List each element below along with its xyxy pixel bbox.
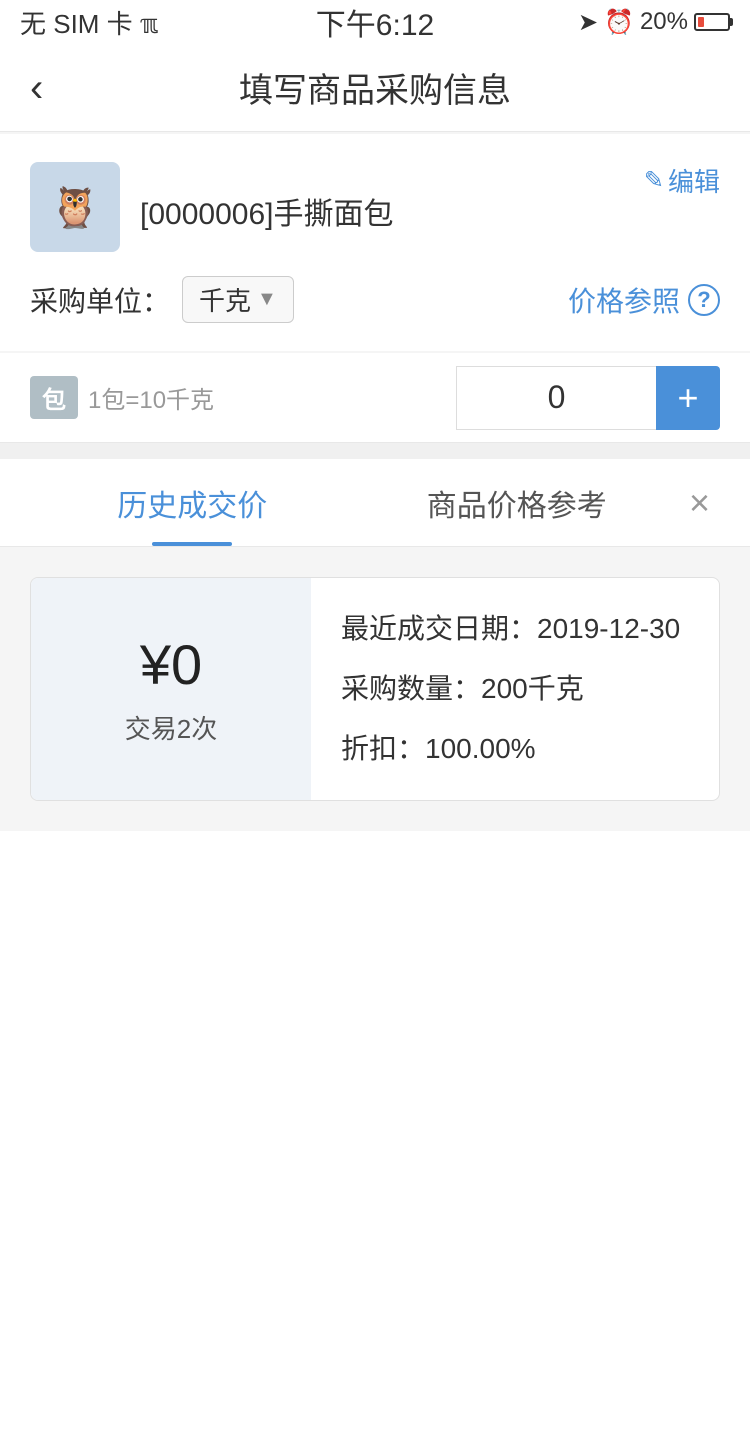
product-card: 🦉 [0000006]手撕面包 ✎ 编辑 采购单位： 千克 ▼ 价格参照 ?: [0, 134, 750, 351]
battery-percent: 20%: [640, 8, 688, 36]
history-price: ¥0: [140, 632, 202, 697]
discount-value: 100.00%: [425, 733, 536, 764]
product-logo: 🦉: [50, 184, 100, 231]
back-button[interactable]: ‹: [30, 68, 43, 108]
purchase-qty-label: 采购数量：: [341, 673, 481, 704]
history-section: ¥0 交易2次 最近成交日期：2019-12-30 采购数量：200千克 折扣：…: [0, 547, 750, 831]
history-trade-count: 交易2次: [125, 709, 217, 746]
unit-row: 采购单位： 千克 ▼: [30, 276, 294, 323]
location-icon: ➤: [578, 8, 598, 37]
product-left: 🦉 [0000006]手撕面包: [30, 162, 393, 252]
recent-date-label: 最近成交日期：: [341, 613, 537, 644]
purchase-qty-value: 200千克: [481, 673, 584, 704]
edit-button[interactable]: ✎ 编辑: [644, 162, 720, 199]
discount-label: 折扣：: [341, 733, 425, 764]
unit-value: 千克: [199, 281, 251, 318]
status-right: ➤ ⏰ 20%: [578, 8, 730, 37]
product-footer: 采购单位： 千克 ▼ 价格参照 ?: [30, 276, 720, 323]
battery-icon-container: [694, 13, 730, 31]
unit-label: 采购单位：: [30, 280, 170, 320]
help-icon: ?: [688, 284, 720, 316]
discount-row: 折扣：100.00%: [341, 728, 689, 770]
tabs-container: 历史成交价 商品价格参考 ×: [0, 459, 750, 547]
section-divider: [0, 443, 750, 459]
tab-history-price[interactable]: 历史成交价: [30, 459, 354, 546]
recent-date-row: 最近成交日期：2019-12-30: [341, 608, 689, 650]
quantity-label: 包 1包=10千克: [30, 376, 214, 419]
page-title: 填写商品采购信息: [239, 63, 511, 112]
history-details-panel: 最近成交日期：2019-12-30 采购数量：200千克 折扣：100.00%: [311, 578, 719, 800]
tab-price-reference[interactable]: 商品价格参考: [354, 459, 678, 546]
quantity-plus-button[interactable]: +: [656, 366, 720, 430]
battery-icon: [694, 13, 730, 31]
history-price-panel: ¥0 交易2次: [31, 578, 311, 800]
nav-bar: ‹ 填写商品采购信息: [0, 44, 750, 132]
alarm-icon: ⏰: [604, 8, 634, 37]
quantity-controls: +: [456, 366, 720, 430]
recent-date-value: 2019-12-30: [537, 613, 680, 644]
quantity-row: 包 1包=10千克 +: [0, 353, 750, 443]
status-time: 下午6:12: [316, 0, 434, 44]
product-thumbnail: 🦉: [30, 162, 120, 252]
unit-select[interactable]: 千克 ▼: [182, 276, 294, 323]
price-ref-button[interactable]: 价格参照 ?: [568, 280, 720, 320]
quantity-input[interactable]: [456, 366, 656, 430]
product-name: [0000006]手撕面包: [140, 189, 393, 233]
tab-underline: [152, 542, 232, 546]
unit-hint: 1包=10千克: [88, 380, 214, 415]
edit-icon: ✎: [644, 166, 664, 195]
package-badge: 包: [30, 376, 78, 419]
purchase-qty-row: 采购数量：200千克: [341, 668, 689, 710]
history-card: ¥0 交易2次 最近成交日期：2019-12-30 采购数量：200千克 折扣：…: [30, 577, 720, 801]
bottom-space: [0, 831, 750, 1431]
status-bar: 无 SIM 卡 ℼ 下午6:12 ➤ ⏰ 20%: [0, 0, 750, 44]
battery-fill: [698, 17, 704, 27]
status-signal: 无 SIM 卡 ℼ: [20, 4, 158, 41]
product-header: 🦉 [0000006]手撕面包 ✎ 编辑: [30, 162, 720, 252]
dropdown-arrow-icon: ▼: [257, 288, 277, 311]
tabs-close-button[interactable]: ×: [679, 472, 720, 534]
